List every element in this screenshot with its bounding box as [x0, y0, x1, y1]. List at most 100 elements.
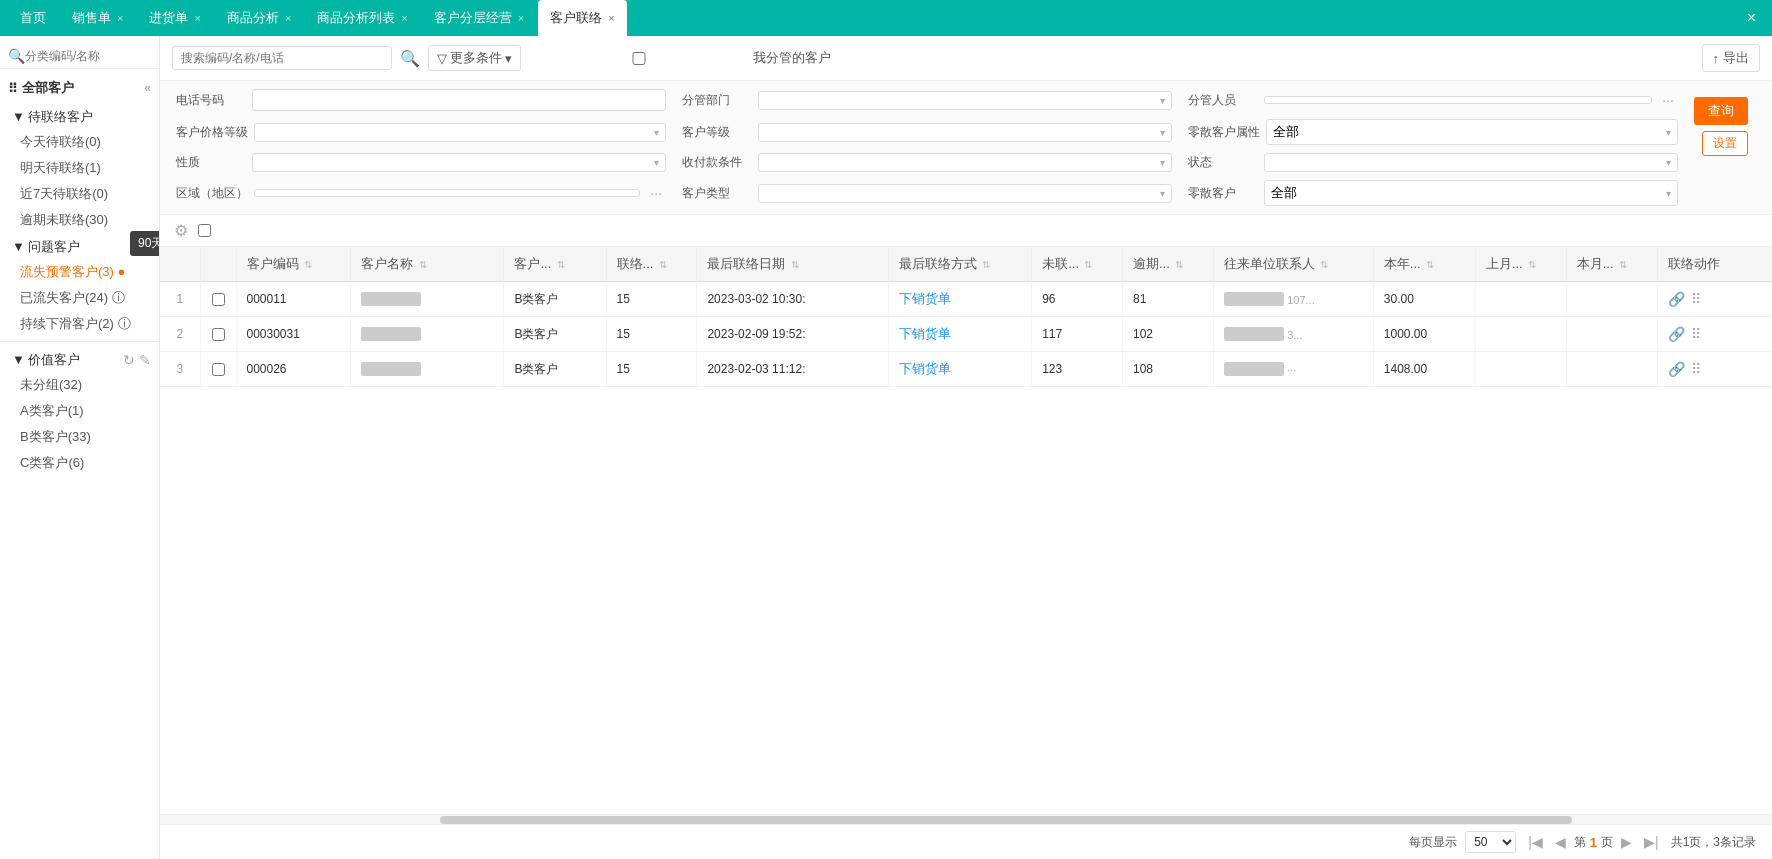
row3-name	[351, 352, 504, 387]
th-lastway[interactable]: 最后联络方式 ⇅	[888, 247, 1031, 282]
th-lastmonth[interactable]: 上月... ⇅	[1475, 247, 1566, 282]
nav-customer-layer[interactable]: 客户分层经营 ×	[422, 0, 536, 36]
th-type[interactable]: 客户... ⇅	[504, 247, 606, 282]
edit-icon[interactable]: ✎	[139, 352, 151, 368]
row3-menu-icon[interactable]: ⠿	[1691, 361, 1701, 377]
select-all-checkbox[interactable]	[198, 224, 211, 237]
filter-phone-input[interactable]	[252, 89, 666, 111]
nav-purchase-close[interactable]: ×	[194, 12, 200, 24]
filter-manager-label: 分管人员	[1188, 92, 1258, 109]
problem-customer-tooltip: 90天未交易的客户，可能有流失风险。	[130, 231, 160, 256]
per-page-select[interactable]: 50 20 100	[1465, 831, 1516, 853]
row1-menu-icon[interactable]: ⠿	[1691, 291, 1701, 307]
nav-customer-link-close[interactable]: ×	[608, 12, 614, 24]
filter-level-select[interactable]: ▾	[758, 123, 1172, 142]
nav-home[interactable]: 首页	[8, 0, 58, 36]
manager-more-icon[interactable]: ···	[1658, 92, 1678, 108]
row1-lastway-link[interactable]: 下销货单	[899, 291, 951, 306]
top-nav: 首页 销售单 × 进货单 × 商品分析 × 商品分析列表 × 客户分层经营 × …	[0, 0, 1772, 36]
my-customers-checkbox[interactable]	[529, 52, 749, 65]
row3-contact: 15	[606, 352, 697, 387]
row3-lastway-link[interactable]: 下销货单	[899, 361, 951, 376]
filter-dept-select[interactable]: ▾	[758, 91, 1172, 110]
search-input[interactable]	[172, 46, 392, 70]
row1-link-icon[interactable]: 🔗	[1668, 291, 1685, 307]
row3-link-icon[interactable]: 🔗	[1668, 361, 1685, 377]
row2-lastway-link[interactable]: 下销货单	[899, 326, 951, 341]
th-code[interactable]: 客户编码 ⇅	[236, 247, 351, 282]
nav-customer-layer-close[interactable]: ×	[518, 12, 524, 24]
row2-type: B类客户	[504, 317, 606, 352]
sort-associate-icon: ⇅	[1320, 259, 1328, 270]
sidebar-search-input[interactable]	[25, 49, 160, 63]
filter-region-row: 区域（地区） ···	[176, 180, 666, 206]
nav-analysis-close[interactable]: ×	[285, 12, 291, 24]
sidebar-item-declining[interactable]: 持续下滑客户(2) ⓘ	[0, 311, 159, 337]
sidebar-item-overdue-link[interactable]: 逾期未联络(30)	[0, 207, 159, 233]
sort-type-icon: ⇅	[557, 259, 565, 270]
filter-status-select[interactable]: ▾	[1264, 153, 1678, 172]
query-btn[interactable]: 查询	[1694, 97, 1748, 125]
table-settings-btn[interactable]: ⚙	[172, 219, 190, 242]
th-lastdate[interactable]: 最后联络日期 ⇅	[697, 247, 888, 282]
first-page-btn[interactable]: |◀	[1524, 832, 1547, 852]
row2-checkbox[interactable]	[212, 328, 225, 341]
sidebar-item-today[interactable]: 今天待联络(0)	[0, 129, 159, 155]
sidebar-collapse-btn[interactable]: «	[144, 81, 151, 95]
sidebar-item-week[interactable]: 近7天待联络(0)	[0, 181, 159, 207]
sort-lastmonth-icon: ⇅	[1528, 259, 1536, 270]
filter-zero-attr-select[interactable]: 全部 ▾	[1266, 119, 1678, 145]
sidebar: 🔍 ⠿ 全部客户 « ▼ 待联络客户 今天待联络(0) 明天待联络(1) 近7天…	[0, 36, 160, 859]
nav-purchase[interactable]: 进货单 ×	[137, 0, 212, 36]
filter-manager-select[interactable]	[1264, 96, 1652, 104]
row3-checkbox[interactable]	[212, 363, 225, 376]
close-all-tabs[interactable]: ×	[1739, 9, 1764, 27]
th-contact[interactable]: 联络... ⇅	[606, 247, 697, 282]
th-name[interactable]: 客户名称 ⇅	[351, 247, 504, 282]
nav-sales[interactable]: 销售单 ×	[60, 0, 135, 36]
filter-ctype-label: 客户类型	[682, 185, 752, 202]
sidebar-item-class-a[interactable]: A类客户(1)	[0, 398, 159, 424]
settings-btn[interactable]: 设置	[1702, 131, 1748, 156]
sidebar-item-lost-actual[interactable]: 已流失客户(24) ⓘ	[0, 285, 159, 311]
sidebar-all-customers[interactable]: ⠿ 全部客户 «	[0, 73, 159, 103]
filter-manager-row: 分管人员 ···	[1188, 89, 1678, 111]
sidebar-item-class-c[interactable]: C类客户(6)	[0, 450, 159, 476]
sidebar-group-pending[interactable]: ▼ 待联络客户	[0, 103, 159, 129]
th-overdue[interactable]: 逾期... ⇅	[1123, 247, 1214, 282]
filter-payment-select[interactable]: ▾	[758, 153, 1172, 172]
sidebar-item-lost-warning[interactable]: 流失预警客户(3) ●	[0, 259, 159, 285]
row1-checkbox[interactable]	[212, 293, 225, 306]
sidebar-item-class-b[interactable]: B类客户(33)	[0, 424, 159, 450]
row2-link-icon[interactable]: 🔗	[1668, 326, 1685, 342]
my-customers-filter[interactable]: 我分管的客户	[529, 49, 831, 67]
filter-ctype-select[interactable]: ▾	[758, 184, 1172, 203]
nav-customer-link[interactable]: 客户联络 ×	[538, 0, 626, 36]
refresh-icon[interactable]: ↻	[123, 352, 135, 368]
sidebar-item-tomorrow[interactable]: 明天待联络(1)	[0, 155, 159, 181]
row2-menu-icon[interactable]: ⠿	[1691, 326, 1701, 342]
filter-price-select[interactable]: ▾	[254, 123, 666, 142]
filter-nature-select[interactable]: ▾	[252, 153, 666, 172]
last-page-btn[interactable]: ▶|	[1640, 832, 1663, 852]
th-unlinked[interactable]: 未联... ⇅	[1032, 247, 1123, 282]
filter-region-select[interactable]	[254, 189, 640, 197]
nav-analysis[interactable]: 商品分析 ×	[215, 0, 303, 36]
th-thisyear[interactable]: 本年... ⇅	[1373, 247, 1475, 282]
export-btn[interactable]: ↑ 导出	[1702, 44, 1761, 72]
prev-page-btn[interactable]: ◀	[1551, 832, 1570, 852]
sidebar-item-ungrouped[interactable]: 未分组(32)	[0, 372, 159, 398]
nav-analysis-list[interactable]: 商品分析列表 ×	[305, 0, 419, 36]
region-more-icon[interactable]: ···	[646, 185, 666, 201]
th-thismonth[interactable]: 本月... ⇅	[1566, 247, 1657, 282]
filter-zero-customer-select[interactable]: 全部 ▾	[1264, 180, 1678, 206]
filter-more-btn[interactable]: ▽ 更多条件 ▾	[428, 45, 521, 71]
th-associate[interactable]: 往来单位联系人 ⇅	[1213, 247, 1373, 282]
nav-analysis-list-close[interactable]: ×	[401, 12, 407, 24]
nav-sales-close[interactable]: ×	[117, 12, 123, 24]
filter-search-btn[interactable]: 🔍	[400, 49, 420, 68]
table-container[interactable]: 客户编码 ⇅ 客户名称 ⇅ 客户... ⇅ 联络...	[160, 247, 1772, 814]
sidebar-group-value[interactable]: ▼ 价值客户 ↻ ✎	[0, 346, 159, 372]
next-page-btn[interactable]: ▶	[1617, 832, 1636, 852]
table-row: 2 00030031 B类客户 15 2023-02-09 19:52:	[160, 317, 1772, 352]
